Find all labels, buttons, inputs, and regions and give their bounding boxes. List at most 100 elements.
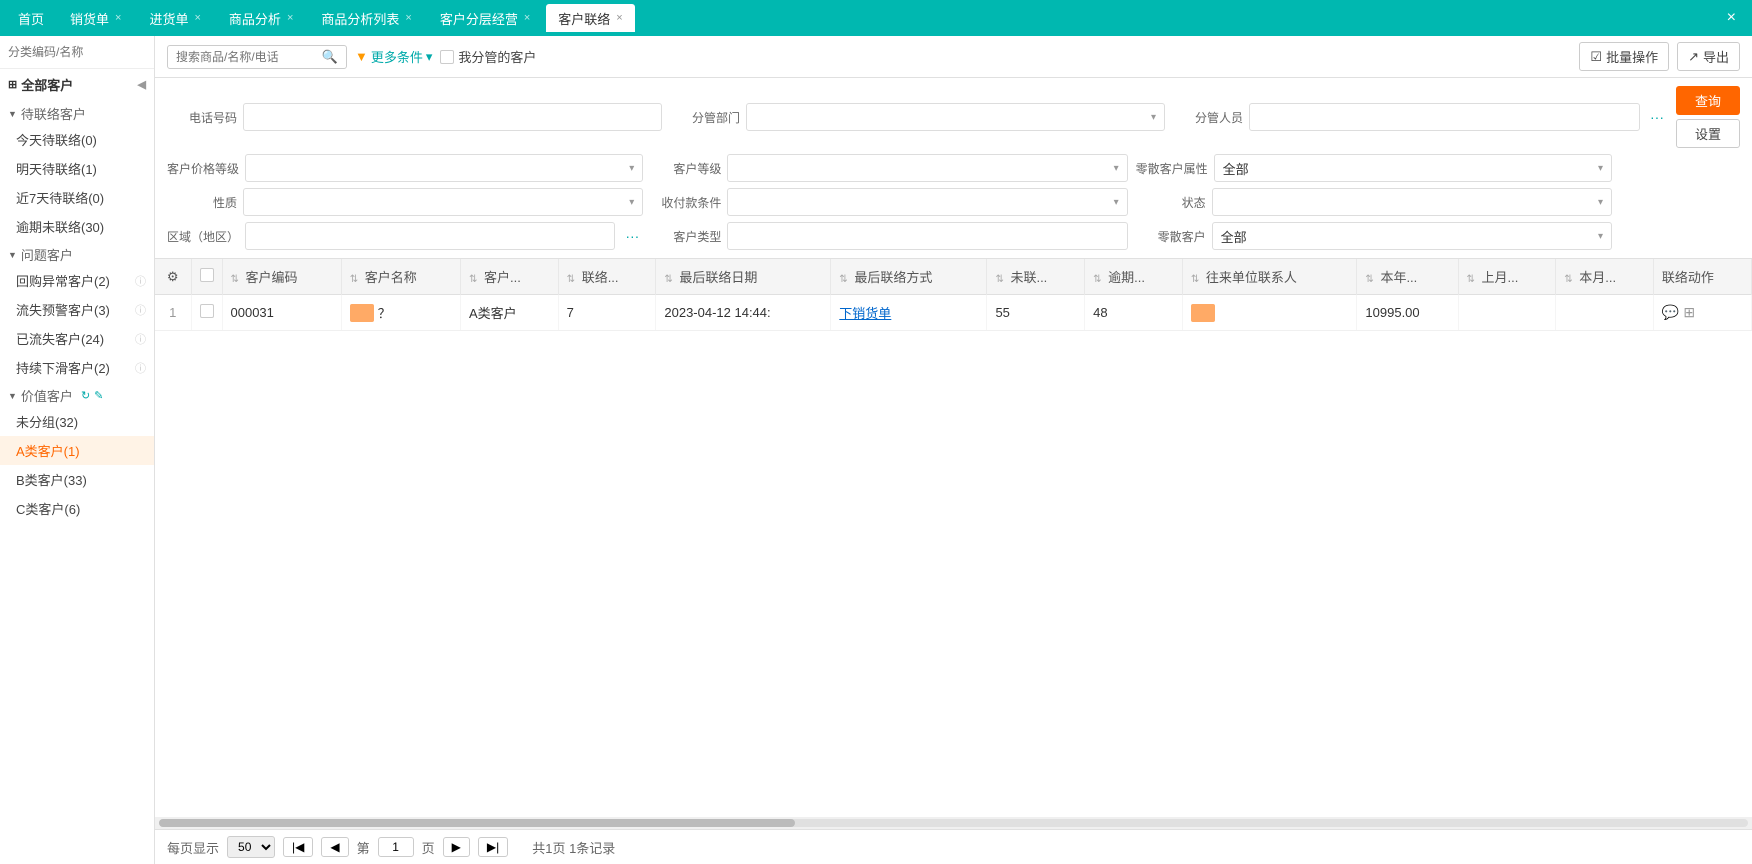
qr-icon[interactable]: ⊞ [1683,304,1695,321]
retail-attr-select[interactable]: 全部 ▾ [1214,154,1612,182]
all-customers-header[interactable]: ⊞ 全部客户 ◀ [0,69,154,100]
filter-row-3: 性质 ▾ 收付款条件 ▾ 状态 ▾ [167,188,1740,216]
query-button[interactable]: 查询 [1676,86,1740,115]
last-page-button[interactable]: ▶| [478,837,508,857]
close-icon[interactable]: × [194,12,200,24]
phone-input[interactable] [243,103,662,131]
gear-icon[interactable]: ⚙ [167,269,179,284]
status-select[interactable]: ▾ [1212,188,1612,216]
sidebar-item-abnormal[interactable]: 回购异常客户(2) ⓘ [0,266,154,295]
sidebar-item-ungrouped[interactable]: 未分组(32) [0,407,154,436]
first-page-button[interactable]: |◀ [283,837,313,857]
next-page-button[interactable]: ▶ [443,837,470,857]
group-label-problem[interactable]: 问题客户 [0,241,154,266]
more-filters-button[interactable]: ▼ 更多条件 ▾ [355,47,432,66]
sort-icon[interactable]: ⇅ [664,274,672,285]
sidebar-item-tomorrow[interactable]: 明天待联络(1) [0,154,154,183]
region-ellipsis-button[interactable]: ··· [621,228,643,244]
sort-icon[interactable]: ⇅ [567,274,575,285]
info-icon: ⓘ [135,360,146,376]
window-close-button[interactable]: × [1719,9,1744,27]
info-icon: ⓘ [135,302,146,318]
per-page-label: 每页显示 [167,838,219,857]
sidebar-item-today[interactable]: 今天待联络(0) [0,125,154,154]
price-level-select[interactable]: ▾ [245,154,643,182]
per-page-select[interactable]: 50 [227,836,275,858]
sort-icon[interactable]: ⇅ [995,274,1003,285]
sidebar-item-churned[interactable]: 已流失客户(24) ⓘ [0,324,154,353]
chevron-down-icon: ▾ [1114,197,1119,208]
contact-method-link[interactable]: 下销货单 [839,306,891,321]
edit-icon[interactable]: ✎ [94,389,103,402]
horizontal-scrollbar[interactable] [155,817,1752,829]
sidebar-item-churn-warning[interactable]: 流失预警客户(3) ⓘ [0,295,154,324]
th-checkbox[interactable] [191,259,222,295]
payment-select[interactable]: ▾ [727,188,1127,216]
close-icon[interactable]: × [405,12,411,24]
nav-tab-customer-segment[interactable]: 客户分层经营 × [428,4,542,32]
sort-icon[interactable]: ⇅ [350,274,358,285]
row-checkbox[interactable] [200,304,214,318]
settings-button[interactable]: 设置 [1676,119,1740,148]
retail-customer-select[interactable]: 全部 ▾ [1212,222,1612,250]
nav-tab-sales[interactable]: 销货单 × [58,4,133,32]
manager-input[interactable] [1249,103,1640,131]
customer-type-input[interactable] [727,222,1127,250]
sort-icon[interactable]: ⇅ [1365,274,1373,285]
sort-icon[interactable]: ⇅ [1564,274,1572,285]
page-number-input[interactable] [378,837,414,857]
checkbox-my-customers[interactable] [440,50,454,64]
th-code: ⇅ 客户编码 [222,259,341,295]
close-icon[interactable]: × [616,12,622,24]
filter-customer-level: 客户等级 ▾ [651,154,1127,182]
header-checkbox[interactable] [200,268,214,282]
sort-icon[interactable]: ⇅ [1467,274,1475,285]
filter-phone: 电话号码 [167,103,662,131]
sidebar-item-overdue[interactable]: 逾期未联络(30) [0,212,154,241]
sidebar-item-class-c[interactable]: C类客户(6) [0,494,154,523]
group-label-pending[interactable]: 待联络客户 [0,100,154,125]
refresh-icon[interactable]: ↻ [81,389,90,402]
nav-tab-product-analysis[interactable]: 商品分析 × [217,4,305,32]
td-checkbox[interactable] [191,295,222,331]
export-button[interactable]: ↗ 导出 [1677,42,1740,71]
customer-level-select[interactable]: ▾ [727,154,1127,182]
region-input[interactable] [245,222,615,250]
batch-operations-button[interactable]: ☑ 批量操作 [1579,42,1669,71]
prev-page-button[interactable]: ◀ [321,837,348,857]
collapse-icon[interactable]: ◀ [138,78,146,91]
nav-tab-customer-contact[interactable]: 客户联络 × [546,4,634,32]
search-icon[interactable]: 🔍 [322,49,338,65]
main-search-input[interactable] [176,50,318,64]
nature-select[interactable]: ▾ [243,188,643,216]
sort-icon[interactable]: ⇅ [231,274,239,285]
filter-icon: ▼ [355,49,368,64]
sidebar-search-input[interactable] [8,45,155,59]
region-label: 区域（地区） [167,228,239,245]
sidebar-item-class-b[interactable]: B类客户(33) [0,465,154,494]
sidebar-item-declining[interactable]: 持续下滑客户(2) ⓘ [0,353,154,382]
filter-price-level: 客户价格等级 ▾ [167,154,643,182]
td-last-contact-method[interactable]: 下销货单 [831,295,987,331]
sort-icon[interactable]: ⇅ [839,274,847,285]
close-icon[interactable]: × [115,12,121,24]
close-icon[interactable]: × [287,12,293,24]
sidebar-item-class-a[interactable]: A类客户(1) [0,436,154,465]
sidebar-item-7days[interactable]: 近7天待联络(0) [0,183,154,212]
dept-select[interactable]: ▾ [746,103,1165,131]
nav-tab-purchase[interactable]: 进货单 × [137,4,212,32]
scrollbar-thumb[interactable] [159,819,795,827]
nav-tab-home[interactable]: 首页 [8,4,54,32]
sort-icon[interactable]: ⇅ [1191,274,1199,285]
group-label-value[interactable]: 价值客户 ↻ ✎ [0,382,154,407]
ellipsis-button[interactable]: ··· [1646,109,1668,125]
nav-tab-product-list[interactable]: 商品分析列表 × [309,4,423,32]
sort-icon[interactable]: ⇅ [1093,274,1101,285]
sort-icon[interactable]: ⇅ [469,274,477,285]
message-icon[interactable]: 💬 [1662,304,1679,321]
scrollbar-track[interactable] [159,819,1748,827]
th-settings[interactable]: ⚙ [155,259,191,295]
filter-row-2: 客户价格等级 ▾ 客户等级 ▾ 零散客户属性 全部 ▾ [167,154,1740,182]
my-customers-filter[interactable]: 我分管的客户 [440,47,536,66]
close-icon[interactable]: × [524,12,530,24]
